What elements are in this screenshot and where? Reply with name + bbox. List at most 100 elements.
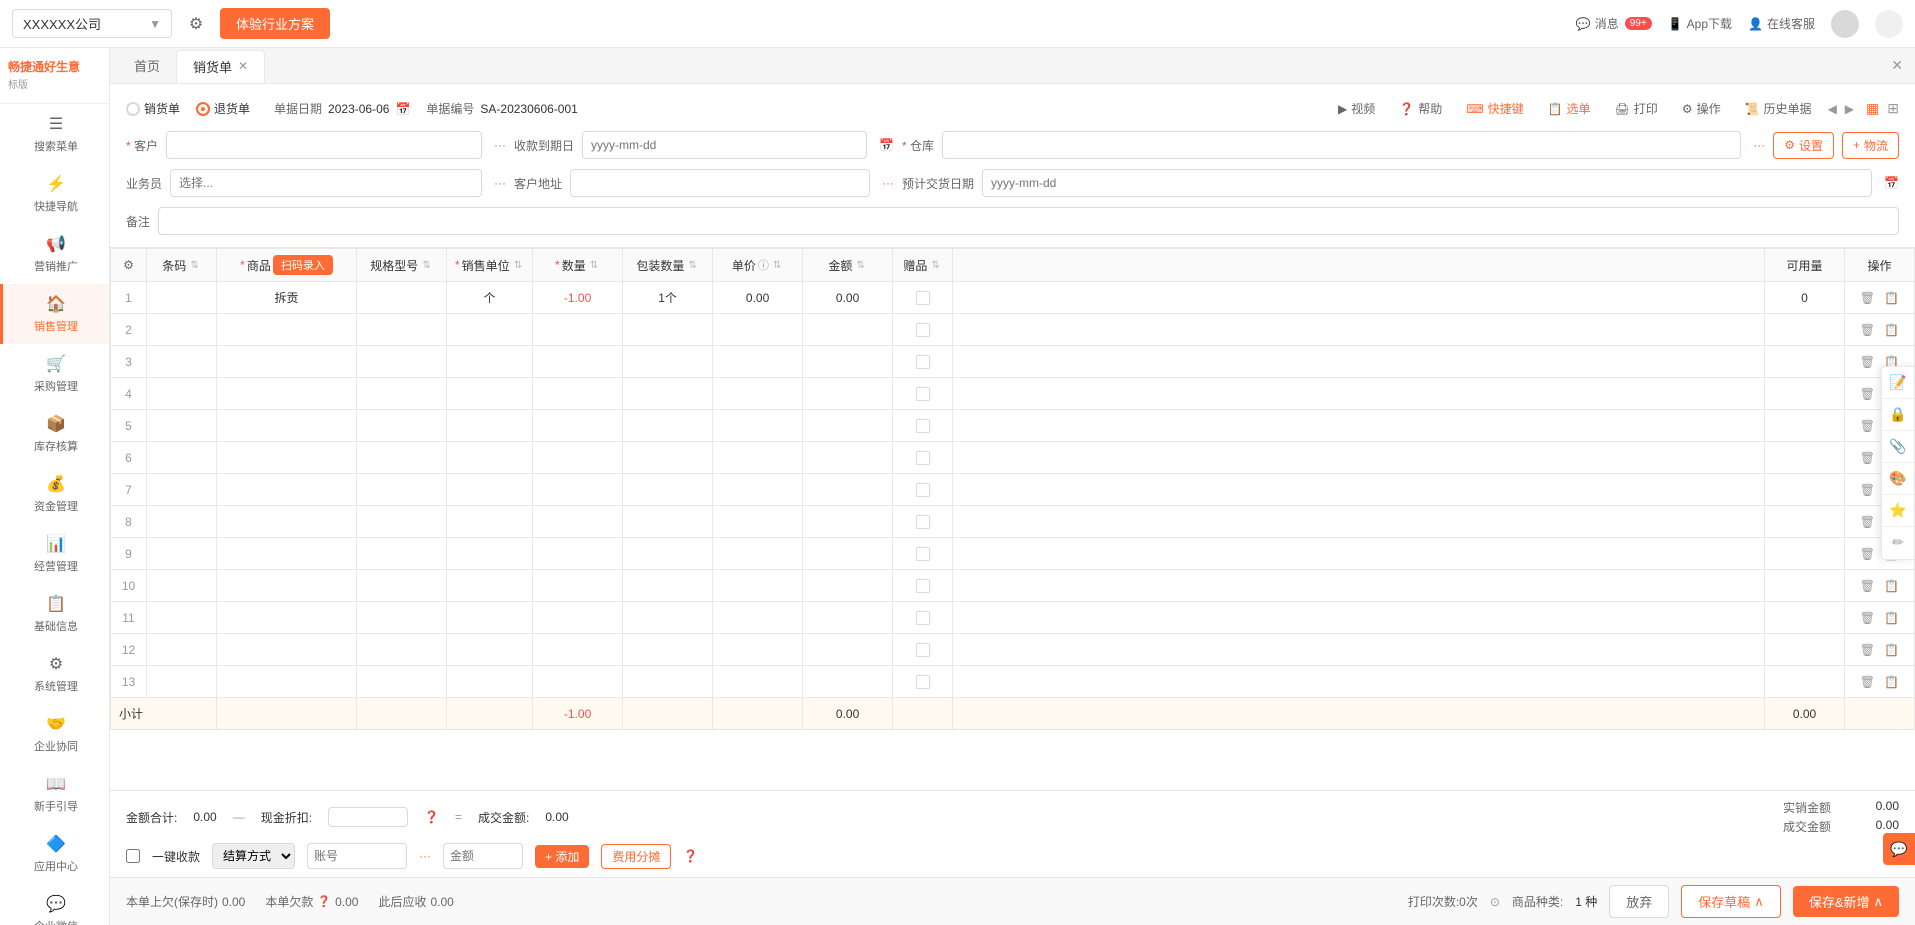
delete-icon-1[interactable]: 🗑 (1860, 323, 1875, 337)
cell-spec-3[interactable] (357, 378, 447, 410)
cell-qty-6[interactable] (533, 474, 623, 506)
discount-input[interactable] (328, 807, 408, 827)
cell-product-9[interactable] (217, 570, 357, 602)
settlement-method-select[interactable]: 结算方式 (212, 843, 295, 869)
cell-spec-1[interactable] (357, 314, 447, 346)
cell-qty-10[interactable] (533, 602, 623, 634)
cell-gift-10[interactable] (893, 602, 953, 634)
cell-gift-5[interactable] (893, 442, 953, 474)
sidebar-item-11[interactable]: 📖新手引导 (0, 764, 109, 824)
cell-gift-12[interactable] (893, 666, 953, 698)
due-date-calendar-icon[interactable]: 📅 (879, 138, 894, 152)
settings-icon[interactable]: ⚙ (180, 8, 212, 40)
salesperson-dots[interactable]: ··· (494, 176, 506, 190)
right-tool-color[interactable]: 🎨 (1882, 463, 1914, 495)
th-settings[interactable]: ⚙ (111, 249, 147, 282)
print-btn[interactable]: 🖨 打印 (1607, 96, 1666, 121)
cell-gift-3[interactable] (893, 378, 953, 410)
account-no-input[interactable] (307, 843, 407, 869)
cell-barcode-8[interactable] (147, 538, 217, 570)
sidebar-item-4[interactable]: 🛒采购管理 (0, 344, 109, 404)
tab-sale-order[interactable]: 销货单 ✕ (176, 50, 265, 83)
cell-unit-price-9[interactable] (713, 570, 803, 602)
sidebar-item-12[interactable]: 🔷应用中心 (0, 824, 109, 884)
delete-icon-9[interactable]: 🗑 (1860, 579, 1875, 593)
cell-barcode-5[interactable] (147, 442, 217, 474)
right-tool-edit[interactable]: ✏ (1882, 527, 1914, 559)
cell-qty-8[interactable] (533, 538, 623, 570)
expense-split-btn[interactable]: 费用分摊 (601, 844, 671, 869)
sidebar-item-8[interactable]: 📋基础信息 (0, 584, 109, 644)
cell-qty-3[interactable] (533, 378, 623, 410)
message-btn[interactable]: 💬 消息 99+ (1576, 15, 1652, 32)
cell-gift-8[interactable] (893, 538, 953, 570)
cell-unit-price-0[interactable]: 0.00 (713, 282, 803, 314)
date-value[interactable]: 2023-06-06 (328, 102, 389, 116)
trial-btn[interactable]: 体验行业方案 (220, 8, 330, 39)
calendar-icon[interactable]: 📅 (395, 102, 410, 116)
cell-spec-8[interactable] (357, 538, 447, 570)
cell-gift-9[interactable] (893, 570, 953, 602)
card-view-icon[interactable]: ⊞ (1887, 100, 1899, 117)
due-date-input[interactable] (582, 131, 867, 159)
sidebar-item-7[interactable]: 📊经营管理 (0, 524, 109, 584)
save-draft-btn[interactable]: 保存草稿 ∧ (1681, 885, 1781, 918)
copy-icon-1[interactable]: 📋 (1884, 323, 1899, 337)
cell-product-5[interactable] (217, 442, 357, 474)
cell-gift-0[interactable] (893, 282, 953, 314)
cell-qty-7[interactable] (533, 506, 623, 538)
cell-unit-price-4[interactable] (713, 410, 803, 442)
close-window-icon[interactable]: ✕ (1887, 53, 1907, 78)
cell-unit-price-12[interactable] (713, 666, 803, 698)
cell-unit-price-2[interactable] (713, 346, 803, 378)
add-expense-btn[interactable]: + 添加 (535, 845, 589, 868)
cell-spec-6[interactable] (357, 474, 447, 506)
delete-icon-8[interactable]: 🗑 (1860, 547, 1875, 561)
cell-barcode-0[interactable] (147, 282, 217, 314)
logistics-button[interactable]: + 物流 (1842, 132, 1899, 159)
cell-spec-0[interactable] (357, 282, 447, 314)
cell-qty-5[interactable] (533, 442, 623, 474)
cell-barcode-2[interactable] (147, 346, 217, 378)
cell-unit-price-8[interactable] (713, 538, 803, 570)
cell-product-1[interactable] (217, 314, 357, 346)
cell-product-4[interactable] (217, 410, 357, 442)
cell-barcode-7[interactable] (147, 506, 217, 538)
cell-product-6[interactable] (217, 474, 357, 506)
right-tool-star[interactable]: ⭐ (1882, 495, 1914, 527)
online-service-btn[interactable]: 👤 在线客服 (1748, 15, 1815, 32)
cell-product-3[interactable] (217, 378, 357, 410)
cell-unit-price-3[interactable] (713, 378, 803, 410)
cell-gift-6[interactable] (893, 474, 953, 506)
address-dots[interactable]: ··· (882, 176, 894, 190)
radio-return[interactable]: 退货单 (196, 100, 250, 117)
customer-address-input[interactable] (570, 169, 870, 197)
cell-spec-4[interactable] (357, 410, 447, 442)
cell-unit-price-10[interactable] (713, 602, 803, 634)
expected-date-calendar-icon[interactable]: 📅 (1884, 176, 1899, 190)
cell-spec-12[interactable] (357, 666, 447, 698)
history-btn[interactable]: 📜 历史单据 (1737, 96, 1820, 121)
cell-barcode-12[interactable] (147, 666, 217, 698)
delete-icon-10[interactable]: 🗑 (1860, 611, 1875, 625)
choose-btn[interactable]: 📋 选单 (1540, 96, 1599, 121)
cell-product-12[interactable] (217, 666, 357, 698)
cell-unit-price-1[interactable] (713, 314, 803, 346)
delete-icon-2[interactable]: 🗑 (1860, 355, 1875, 369)
sidebar-item-3[interactable]: 🏠销售管理 (0, 284, 109, 344)
cell-qty-11[interactable] (533, 634, 623, 666)
cell-qty-4[interactable] (533, 410, 623, 442)
tab-close-icon[interactable]: ✕ (238, 59, 248, 73)
delete-icon-6[interactable]: 🗑 (1860, 483, 1875, 497)
cell-product-7[interactable] (217, 506, 357, 538)
company-selector[interactable]: XXXXXX公司 ▼ (12, 9, 172, 38)
cell-barcode-3[interactable] (147, 378, 217, 410)
tab-home[interactable]: 首页 (118, 50, 176, 81)
cell-product-0[interactable]: 拆贡 (217, 282, 357, 314)
cell-barcode-4[interactable] (147, 410, 217, 442)
notes-input[interactable] (158, 207, 1899, 235)
cell-qty-1[interactable] (533, 314, 623, 346)
cell-barcode-6[interactable] (147, 474, 217, 506)
warehouse-input[interactable]: 建材仓 (942, 131, 1741, 159)
delete-icon-12[interactable]: 🗑 (1860, 675, 1875, 689)
